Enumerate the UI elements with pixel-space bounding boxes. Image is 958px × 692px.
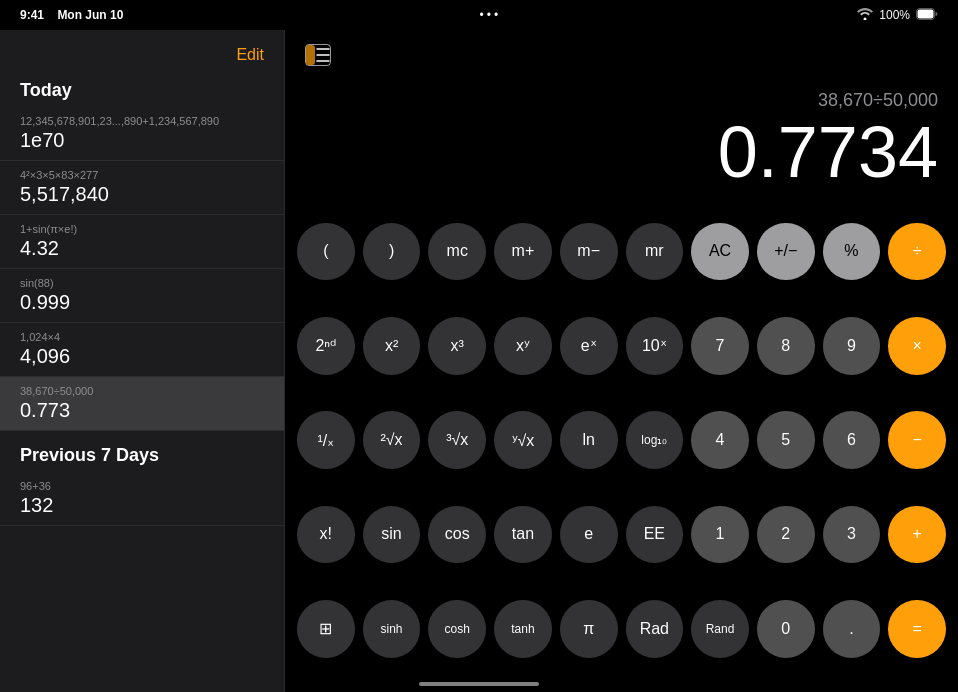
calc-btn-cos[interactable]: cos [428,506,486,564]
calc-btn-sin[interactable]: sin [363,506,421,564]
history-result: 5,517,840 [20,183,264,206]
button-grid: ()mcm+m−mrAC+/−%÷ 2ⁿᵈx²x³xʸeˣ10ˣ789× ¹/ₓ²√… [285,200,958,692]
svg-rect-1 [917,9,933,18]
calc-btn-_[interactable]: = [888,600,946,658]
wifi-icon [857,8,873,23]
sidebar-header: Edit [0,30,284,72]
calc-btn-x_[interactable]: x! [297,506,355,564]
calc-btn-m_[interactable]: m+ [494,223,552,281]
calc-btn-2__[interactable]: 2ⁿᵈ [297,317,355,375]
battery-text: 100% [879,8,910,22]
calc-btn-3[interactable]: 3 [823,506,881,564]
edit-button[interactable]: Edit [236,46,264,64]
calc-btn-5[interactable]: 5 [757,411,815,469]
battery-icon [916,8,938,23]
calc-btn-x_[interactable]: x² [363,317,421,375]
calc-btn-8[interactable]: 8 [757,317,815,375]
display: 38,670÷50,000 0.7734 [285,80,958,200]
calc-btn-Rad[interactable]: Rad [626,600,684,658]
calc-btn-e[interactable]: e [560,506,618,564]
history-expression: 12,345,678,901,23...,890+1,234,567,890 [20,115,264,127]
history-item[interactable]: 1,024×4 4,096 [0,323,284,377]
history-item[interactable]: 12,345,678,901,23...,890+1,234,567,890 1… [0,107,284,161]
home-indicator [419,682,539,686]
calc-btn-tan[interactable]: tan [494,506,552,564]
history-expression: 96+36 [20,480,264,492]
history-result: 132 [20,494,264,517]
calc-btn-__x[interactable]: ²√x [363,411,421,469]
calc-btn-tanh[interactable]: tanh [494,600,552,658]
calc-btn-sinh[interactable]: sinh [363,600,421,658]
calc-btn-___[interactable]: +/− [757,223,815,281]
calc-btn-_[interactable]: ) [363,223,421,281]
calc-btn-m_[interactable]: m− [560,223,618,281]
calc-btn-_[interactable]: % [823,223,881,281]
calc-btn-_[interactable]: ÷ [888,223,946,281]
today-section-title: Today [0,72,284,107]
calc-btn-1[interactable]: 1 [691,506,749,564]
history-result: 0.999 [20,291,264,314]
calc-btn-4[interactable]: 4 [691,411,749,469]
history-expression: 1,024×4 [20,331,264,343]
calc-btn-ln[interactable]: ln [560,411,618,469]
calc-btn-10_[interactable]: 10ˣ [626,317,684,375]
history-sidebar: Edit Today 12,345,678,901,23...,890+1,23… [0,30,285,692]
history-item[interactable]: 38,670÷50,000 0.773 [0,377,284,431]
status-indicators: 100% [857,8,938,23]
history-expression: 38,670÷50,000 [20,385,264,397]
calc-btn-_[interactable]: − [888,411,946,469]
calc-btn-x_[interactable]: x³ [428,317,486,375]
calc-btn-x_[interactable]: xʸ [494,317,552,375]
status-bar: 9:41 Mon Jun 10 ••• 100% [0,0,958,30]
calculator-main: 38,670÷50,000 0.7734 ()mcm+m−mrAC+/−%÷ 2ⁿ… [285,80,958,692]
history-result: 4.32 [20,237,264,260]
display-expression: 38,670÷50,000 [305,90,938,111]
calc-btn-AC[interactable]: AC [691,223,749,281]
status-time: 9:41 Mon Jun 10 [20,8,123,22]
sidebar-toggle-button[interactable] [305,44,331,66]
history-expression: sin(88) [20,277,264,289]
calc-btn-___[interactable]: ¹/ₓ [297,411,355,469]
calc-btn-mc[interactable]: mc [428,223,486,281]
history-expression: 4²×3×5×83×277 [20,169,264,181]
calc-btn-_[interactable]: + [888,506,946,564]
calc-btn-0[interactable]: 0 [757,600,815,658]
calc-btn-__x[interactable]: ³√x [428,411,486,469]
history-item[interactable]: 1+sin(π×e!) 4.32 [0,215,284,269]
history-item[interactable]: sin(88) 0.999 [0,269,284,323]
history-expression: 1+sin(π×e!) [20,223,264,235]
calc-btn-9[interactable]: 9 [823,317,881,375]
calc-btn-_[interactable]: ⊞ [297,600,355,658]
calc-btn-Rand[interactable]: Rand [691,600,749,658]
history-result: 1e70 [20,129,264,152]
calc-btn-_[interactable]: ( [297,223,355,281]
calc-btn-EE[interactable]: EE [626,506,684,564]
calc-btn-7[interactable]: 7 [691,317,749,375]
calc-btn-_[interactable]: π [560,600,618,658]
history-result: 4,096 [20,345,264,368]
history-item[interactable]: 4²×3×5×83×277 5,517,840 [0,161,284,215]
calc-btn-mr[interactable]: mr [626,223,684,281]
status-dots: ••• [480,8,502,22]
previous-section-title: Previous 7 Days [0,431,284,472]
calc-btn-2[interactable]: 2 [757,506,815,564]
calc-btn-_[interactable]: × [888,317,946,375]
calc-btn-log__[interactable]: log₁₀ [626,411,684,469]
calc-btn-_[interactable]: . [823,600,881,658]
history-item[interactable]: 96+36 132 [0,472,284,526]
calc-btn-e_[interactable]: eˣ [560,317,618,375]
display-result: 0.7734 [305,113,938,192]
history-list: 12,345,678,901,23...,890+1,234,567,890 1… [0,107,284,431]
prev-history-list: 96+36 132 [0,472,284,526]
calc-btn-cosh[interactable]: cosh [428,600,486,658]
svg-rect-3 [306,45,315,65]
top-toolbar [285,30,958,80]
calc-btn-__x[interactable]: ʸ√x [494,411,552,469]
history-result: 0.773 [20,399,264,422]
calc-btn-6[interactable]: 6 [823,411,881,469]
